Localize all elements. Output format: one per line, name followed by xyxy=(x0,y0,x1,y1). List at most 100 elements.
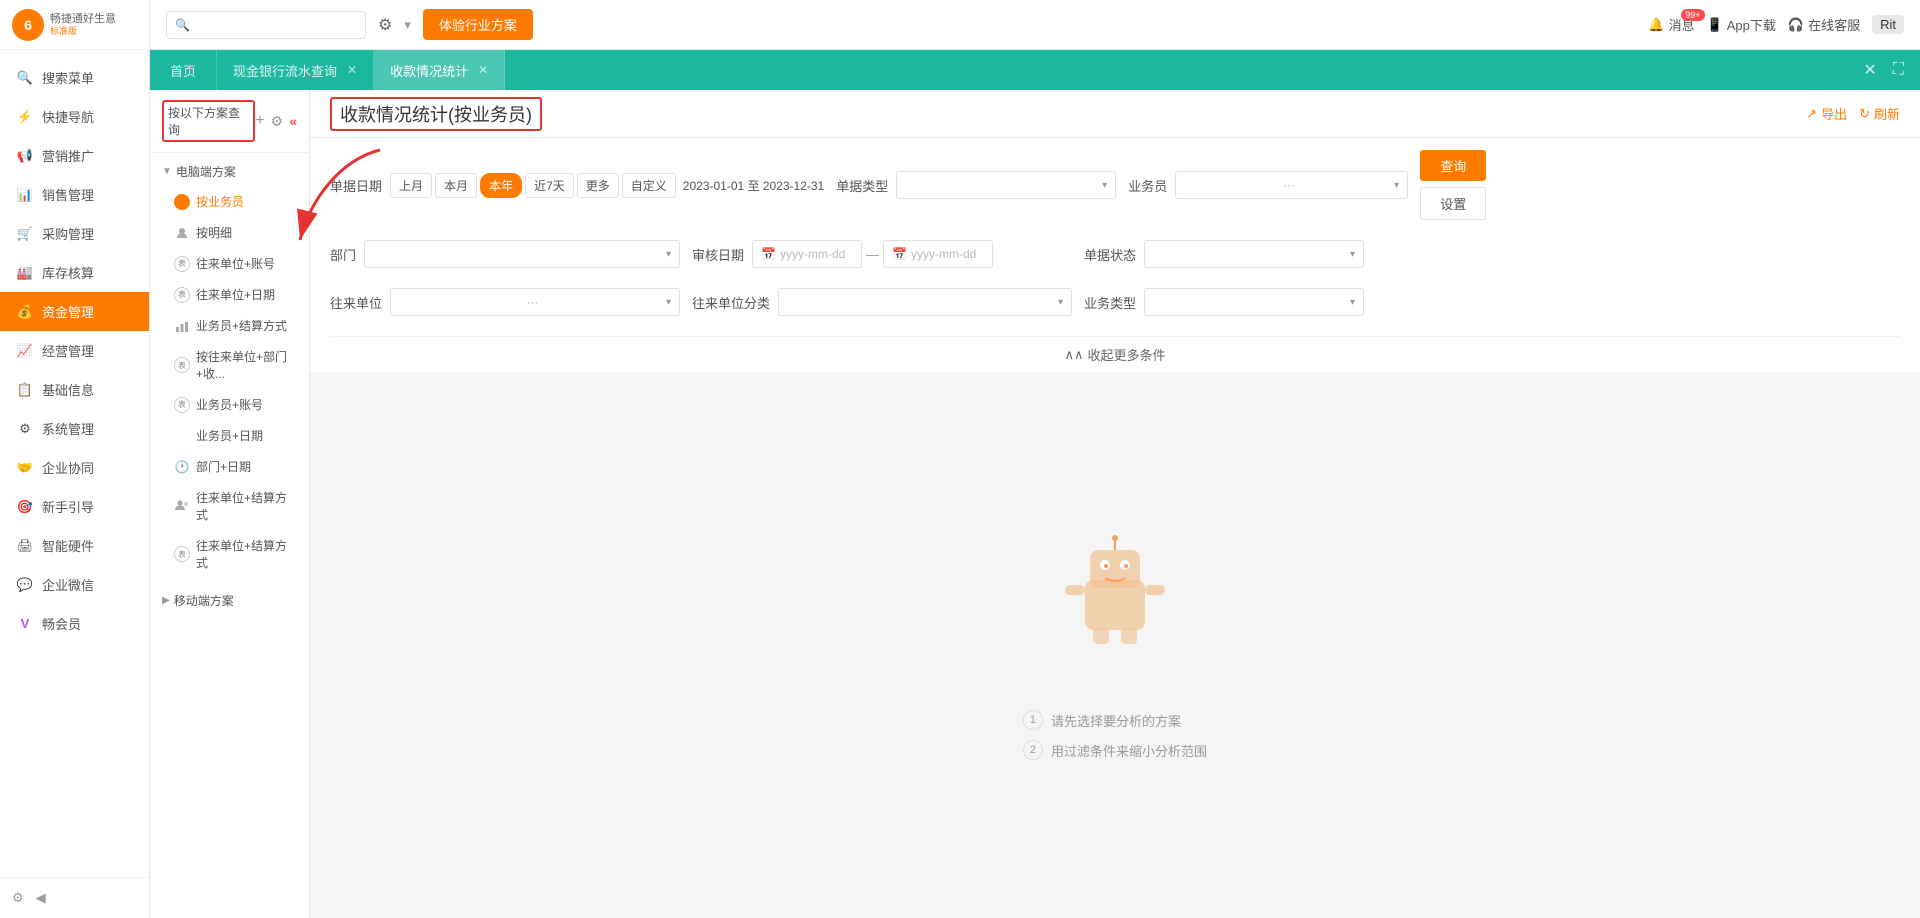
scheme-item-dept-date[interactable]: 🕐 部门+日期 xyxy=(150,451,309,482)
sidebar-item-enterprise[interactable]: 🤝 企业协同 xyxy=(0,448,149,487)
marketing-icon: 📢 xyxy=(16,147,34,165)
add-scheme-btn[interactable]: + xyxy=(255,112,264,130)
doc-status-arrow-icon: ▾ xyxy=(1350,249,1355,260)
tab-bank-flow[interactable]: 现金银行流水查询 ✕ xyxy=(217,50,374,90)
collapse-footer-icon[interactable]: ◀ xyxy=(36,890,46,906)
business-type-select[interactable]: ▾ xyxy=(1144,288,1364,316)
sidebar-item-purchase[interactable]: 🛒 采购管理 xyxy=(0,214,149,253)
sidebar-item-hardware[interactable]: 🖨 智能硬件 xyxy=(0,526,149,565)
scheme-item-salesman-account[interactable]: 表 业务员+账号 xyxy=(150,389,309,420)
partner-arrow-icon: ▾ xyxy=(666,297,671,308)
header-search[interactable]: 🔍 xyxy=(166,11,366,39)
query-button[interactable]: 查询 xyxy=(1420,150,1486,181)
scheme-item-by-salesman[interactable]: 按业务员 xyxy=(150,186,309,217)
sidebar-item-search[interactable]: 🔍 搜索菜单 xyxy=(0,58,149,97)
logo-icon: 6 xyxy=(12,9,44,41)
review-date-end[interactable]: 📅 yyyy-mm-dd xyxy=(883,240,993,268)
scheme-item-salesman-settle[interactable]: 业务员+结算方式 xyxy=(150,310,309,341)
scheme-settings-btn[interactable]: ⚙ xyxy=(271,113,284,130)
tab-home[interactable]: 首页 xyxy=(150,50,217,90)
tab-home-label: 首页 xyxy=(170,61,196,80)
scheme-item-by-detail[interactable]: 按明细 xyxy=(150,217,309,248)
settings-button[interactable]: 设置 xyxy=(1420,187,1486,220)
trial-button[interactable]: 体验行业方案 xyxy=(423,9,533,40)
scheme-group-desktop: ▼ 电脑端方案 按业务员 按明细 表 xyxy=(150,153,309,582)
tab-collection-stats[interactable]: 收款情况统计 ✕ xyxy=(374,50,505,90)
tab-collection-stats-label: 收款情况统计 xyxy=(390,61,468,80)
salesman-label: 业务员 xyxy=(1128,176,1167,195)
hint-text-2: 用过滤条件来缩小分析范围 xyxy=(1051,741,1207,760)
date-btn-this-month[interactable]: 本月 xyxy=(435,173,477,198)
sidebar-item-quicknav[interactable]: ⚡ 快捷导航 xyxy=(0,97,149,136)
salesman-more-btn[interactable]: ··· xyxy=(1283,178,1295,192)
date-btn-last7[interactable]: 近7天 xyxy=(525,173,574,198)
business-type-arrow-icon: ▾ xyxy=(1350,297,1355,308)
review-date-start[interactable]: 📅 yyyy-mm-dd xyxy=(752,240,862,268)
date-label: 单据日期 xyxy=(330,176,382,195)
sidebar-item-wechat[interactable]: 💬 企业微信 xyxy=(0,565,149,604)
sidebar-label-search: 搜索菜单 xyxy=(42,68,94,87)
dept-select[interactable]: ▾ xyxy=(364,240,680,268)
settings-footer-icon[interactable]: ⚙ xyxy=(12,890,24,906)
header-nav-icons: 🔔 消息 99+ 📱 App下载 🎧 在线客服 Rit xyxy=(1648,15,1904,34)
window-maximize-btn[interactable]: ⛶ xyxy=(1885,61,1912,79)
review-date-group: 📅 yyyy-mm-dd — 📅 yyyy-mm-dd xyxy=(752,240,1072,268)
sidebar-item-sales[interactable]: 📊 销售管理 xyxy=(0,175,149,214)
sidebar-item-base[interactable]: 📋 基础信息 xyxy=(0,370,149,409)
scheme-item-partner-dept-collect[interactable]: 表 按往来单位+部门+收... xyxy=(150,341,309,389)
app-download-button[interactable]: 📱 App下载 xyxy=(1707,15,1776,34)
doc-status-select[interactable]: ▾ xyxy=(1144,240,1364,268)
quicknav-icon: ⚡ xyxy=(16,108,34,126)
partner-category-select[interactable]: ▾ xyxy=(778,288,1072,316)
scheme-group-mobile-title[interactable]: ▶ 移动端方案 xyxy=(150,586,309,615)
sidebar-item-guide[interactable]: 🎯 新手引导 xyxy=(0,487,149,526)
partner-more-btn[interactable]: ··· xyxy=(526,295,538,309)
sidebar-item-vip[interactable]: V 畅会员 xyxy=(0,604,149,643)
export-button[interactable]: ↗ 导出 xyxy=(1806,104,1847,123)
date-btn-custom[interactable]: 自定义 xyxy=(622,173,676,198)
page-title-bar: 收款情况统计(按业务员) ↗ 导出 ↻ 刷新 xyxy=(310,90,1920,138)
header-dropdown-icon[interactable]: ▾ xyxy=(404,17,411,33)
scheme-icon-table3: 表 xyxy=(174,357,190,373)
filter-salesman: 业务员 ··· ▾ xyxy=(1128,171,1408,199)
salesman-select[interactable]: ··· ▾ xyxy=(1175,171,1408,199)
scheme-collapse-btn[interactable]: « xyxy=(289,113,297,129)
online-service-button[interactable]: 🎧 在线客服 xyxy=(1788,15,1860,34)
header-settings-icon[interactable]: ⚙ xyxy=(378,15,392,35)
filter-dept: 部门 ▾ xyxy=(330,240,680,268)
doc-type-label: 单据类型 xyxy=(836,176,888,195)
date-btn-more[interactable]: 更多 xyxy=(577,173,619,198)
scheme-item-partner-account[interactable]: 表 往来单位+账号 xyxy=(150,248,309,279)
sidebar-item-marketing[interactable]: 📢 营销推广 xyxy=(0,136,149,175)
notification-button[interactable]: 🔔 消息 99+ xyxy=(1648,15,1694,34)
scheme-icon-table1: 表 xyxy=(174,256,190,272)
date-btn-this-year[interactable]: 本年 xyxy=(480,173,522,198)
logo-text: 畅捷通好生意 标准版 xyxy=(50,12,116,38)
sidebar-item-finance[interactable]: 💰 资金管理 xyxy=(0,292,149,331)
sidebar-item-business[interactable]: 📈 经营管理 xyxy=(0,331,149,370)
collapse-more-btn[interactable]: ∧∧ 收起更多条件 xyxy=(330,336,1900,372)
filter-row-2: 部门 ▾ 审核日期 📅 yyyy-mm-dd xyxy=(330,240,1900,278)
hint-item-1: 1 请先选择要分析的方案 xyxy=(1023,710,1207,730)
scheme-item-partner-settle2[interactable]: 表 往来单位+结算方式 xyxy=(150,530,309,578)
empty-hints: 1 请先选择要分析的方案 2 用过滤条件来缩小分析范围 xyxy=(1023,710,1207,760)
date-btn-prev-month[interactable]: 上月 xyxy=(390,173,432,198)
sidebar-item-system[interactable]: ⚙ 系统管理 xyxy=(0,409,149,448)
window-close-btn[interactable]: ✕ xyxy=(1855,60,1884,80)
tab-bar: 首页 现金银行流水查询 ✕ 收款情况统计 ✕ ✕ ⛶ xyxy=(150,50,1920,90)
refresh-button[interactable]: ↻ 刷新 xyxy=(1859,104,1900,123)
scheme-group-desktop-title[interactable]: ▼ 电脑端方案 xyxy=(150,157,309,186)
user-avatar-button[interactable]: Rit xyxy=(1872,15,1904,34)
bell-icon: 🔔 xyxy=(1648,17,1664,33)
scheme-item-salesman-date[interactable]: ⚙ 业务员+日期 xyxy=(150,420,309,451)
partner-select[interactable]: ··· ▾ xyxy=(390,288,680,316)
scheme-item-partner-settle1[interactable]: 往来单位+结算方式 xyxy=(150,482,309,530)
tab-bank-flow-close[interactable]: ✕ xyxy=(347,63,357,77)
doc-type-select[interactable]: ▾ xyxy=(896,171,1116,199)
scheme-icon-table2: 表 xyxy=(174,287,190,303)
sidebar-item-warehouse[interactable]: 🏭 库存核算 xyxy=(0,253,149,292)
robot-illustration xyxy=(1045,530,1185,650)
tab-collection-stats-close[interactable]: ✕ xyxy=(478,63,488,77)
empty-state: 1 请先选择要分析的方案 2 用过滤条件来缩小分析范围 xyxy=(310,372,1920,918)
scheme-item-partner-date[interactable]: 表 往来单位+日期 xyxy=(150,279,309,310)
